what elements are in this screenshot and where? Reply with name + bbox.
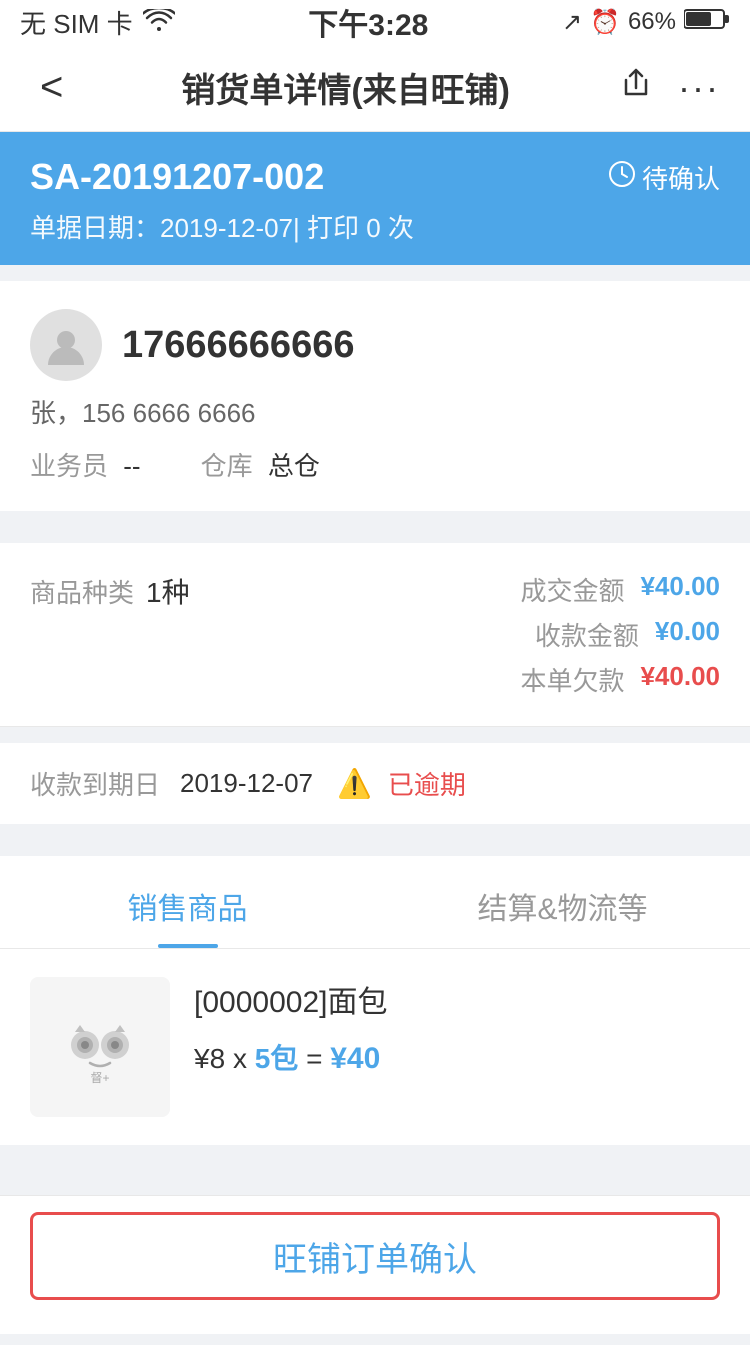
- page-title: 销货单详情(来自旺铺): [181, 63, 510, 112]
- clock-icon: [608, 160, 636, 195]
- order-header: SA-20191207-002 待确认 单据日期：2019-12-07| 打印 …: [0, 132, 750, 265]
- amount-label-1: 成交金额: [520, 571, 624, 608]
- sales-rep-value: --: [123, 451, 140, 481]
- product-code: [0000002]: [194, 986, 327, 1019]
- status-right: ↗ ⏰ 66%: [562, 8, 730, 37]
- back-button[interactable]: <: [30, 55, 73, 120]
- tab-products-label: 销售商品: [128, 893, 248, 926]
- amount-label-2: 收款金额: [535, 616, 639, 653]
- amount-value-1: ¥40.00: [640, 571, 720, 608]
- product-multiply: x: [233, 1043, 255, 1074]
- amount-value-2: ¥0.00: [655, 616, 720, 653]
- warehouse: 仓库 总仓: [201, 446, 320, 483]
- product-qty: 5包: [255, 1043, 299, 1074]
- customer-name: 张，156 6666 6666: [30, 393, 720, 430]
- customer-section: 17666666666 张，156 6666 6666 业务员 -- 仓库 总仓: [0, 281, 750, 511]
- share-icon[interactable]: [618, 66, 654, 110]
- due-date-section: 收款到期日 2019-12-07 ⚠️ 已逾期: [0, 743, 750, 824]
- avatar: [30, 309, 102, 381]
- battery-label: 66%: [628, 8, 676, 36]
- sales-rep-label: 业务员: [30, 451, 108, 481]
- due-date-label: 收款到期日: [30, 765, 160, 802]
- amount-label-3: 本单欠款: [520, 661, 624, 698]
- customer-top: 17666666666: [30, 309, 720, 381]
- amount-value-3: ¥40.00: [640, 661, 720, 698]
- order-id: SA-20191207-002: [30, 156, 324, 198]
- product-image: 督+: [30, 977, 170, 1117]
- product-equals: =: [306, 1043, 330, 1074]
- product-info: [0000002]面包 ¥8 x 5包 = ¥40: [194, 977, 720, 1077]
- divider-1: [0, 511, 750, 527]
- warehouse-label: 仓库: [201, 451, 253, 481]
- tab-settlement[interactable]: 结算&物流等: [375, 856, 750, 948]
- status-bar: 无 SIM 卡 下午3:28 ↗ ⏰ 66%: [0, 0, 750, 44]
- nav-actions: ···: [618, 66, 720, 110]
- tab-products[interactable]: 销售商品: [0, 856, 375, 948]
- amount-row-1: 成交金额 ¥40.00: [520, 571, 720, 608]
- summary-amounts: 成交金额 ¥40.00 收款金额 ¥0.00 本单欠款 ¥40.00: [520, 571, 720, 698]
- amount-row-2: 收款金额 ¥0.00: [535, 616, 720, 653]
- tabs-header: 销售商品 结算&物流等: [0, 856, 750, 949]
- summary-row: 商品种类 1种 成交金额 ¥40.00 收款金额 ¥0.00 本单欠款 ¥40.…: [30, 571, 720, 698]
- order-date: 单据日期：2019-12-07| 打印 0 次: [30, 208, 720, 245]
- divider-3: [0, 824, 750, 840]
- more-icon[interactable]: ···: [678, 67, 720, 109]
- product-name-text: 面包: [327, 986, 387, 1019]
- divider-2: [0, 726, 750, 727]
- product-types: 商品种类 1种: [30, 571, 190, 611]
- product-types-label: 商品种类: [30, 573, 134, 610]
- status-text: 待确认: [642, 159, 720, 196]
- location-icon: ↗: [562, 8, 582, 37]
- due-date-value: 2019-12-07: [180, 768, 313, 799]
- amount-row-3: 本单欠款 ¥40.00: [520, 661, 720, 698]
- carrier-label: 无 SIM 卡: [20, 4, 133, 41]
- bottom-button-container: 旺铺订单确认: [0, 1195, 750, 1334]
- product-types-value: 1种: [146, 571, 190, 611]
- wifi-icon: [143, 7, 175, 38]
- tabs-section: 销售商品 结算&物流等 督+ [0000002]面包: [0, 856, 750, 1145]
- confirm-order-button[interactable]: 旺铺订单确认: [30, 1212, 720, 1300]
- customer-phone: 17666666666: [122, 324, 354, 367]
- product-total: ¥40: [330, 1042, 380, 1075]
- nav-bar: < 销货单详情(来自旺铺) ···: [0, 44, 750, 132]
- overdue-warning-icon: ⚠️: [337, 767, 372, 800]
- svg-text:督+: 督+: [90, 1070, 109, 1085]
- battery-icon: [684, 8, 730, 37]
- product-price-row: ¥8 x 5包 = ¥40: [194, 1037, 720, 1077]
- sales-rep: 业务员 --: [30, 446, 141, 483]
- overdue-badge: 已逾期: [388, 765, 466, 802]
- status-left: 无 SIM 卡: [20, 4, 175, 41]
- warehouse-value: 总仓: [268, 451, 320, 481]
- alarm-icon: ⏰: [590, 8, 620, 37]
- product-item: 督+ [0000002]面包 ¥8 x 5包 = ¥40: [0, 949, 750, 1145]
- tab-settlement-label: 结算&物流等: [477, 893, 647, 926]
- customer-meta: 业务员 -- 仓库 总仓: [30, 446, 720, 483]
- status-time: 下午3:28: [308, 0, 428, 44]
- product-name: [0000002]面包: [194, 977, 720, 1021]
- order-header-top: SA-20191207-002 待确认: [30, 156, 720, 198]
- product-price: ¥8: [194, 1043, 225, 1074]
- order-status: 待确认: [608, 159, 720, 196]
- summary-section: 商品种类 1种 成交金额 ¥40.00 收款金额 ¥0.00 本单欠款 ¥40.…: [0, 543, 750, 726]
